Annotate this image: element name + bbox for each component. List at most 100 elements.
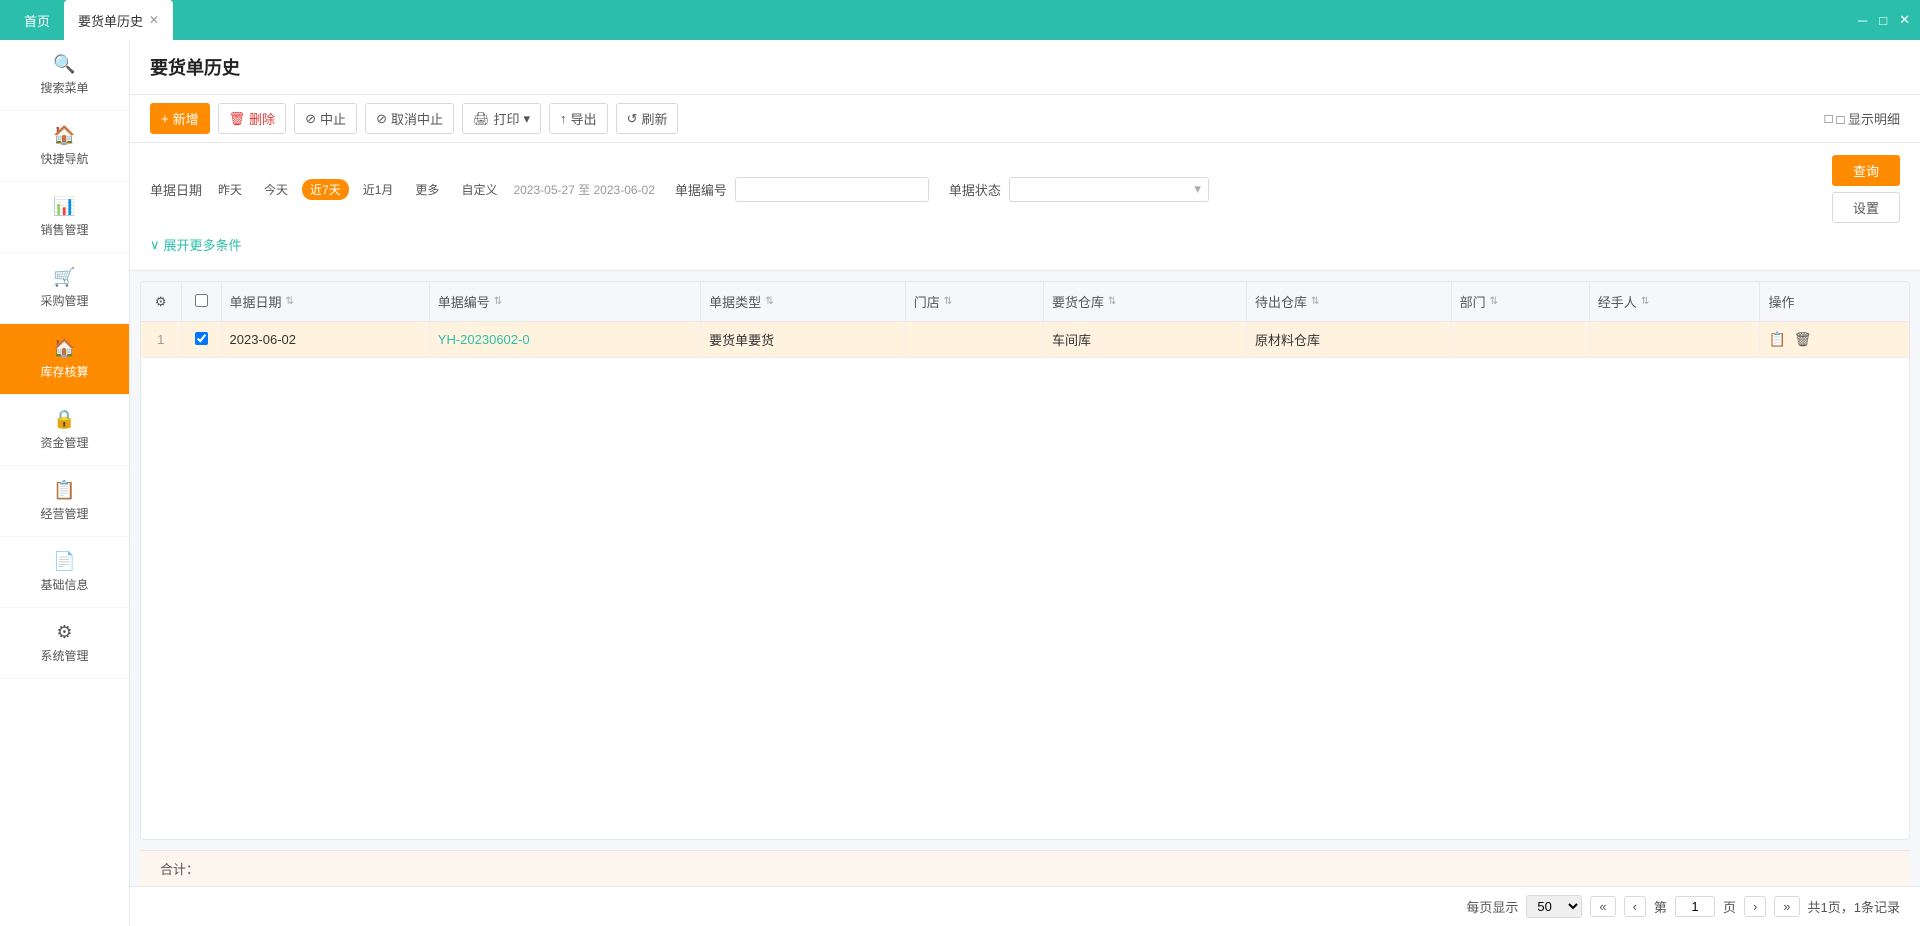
sidebar-item-search-menu[interactable]: 🔍 搜索菜单 — [0, 40, 129, 111]
page-size-select[interactable]: 20 50 100 200 — [1526, 895, 1582, 918]
cancel-stop-button[interactable]: ⊘ 取消中止 — [365, 103, 454, 134]
select-all-checkbox[interactable] — [195, 294, 208, 307]
col-req-warehouse[interactable]: 要货仓库 ⇅ — [1043, 282, 1246, 322]
sidebar-item-operations-label: 经营管理 — [40, 505, 88, 522]
table-footer: 合计： — [140, 850, 1910, 886]
date-last-month-btn[interactable]: 近1月 — [355, 179, 402, 200]
date-today-btn[interactable]: 今天 — [256, 179, 296, 200]
total-label: 合计： — [160, 859, 199, 878]
sidebar-item-purchase[interactable]: 🛒 采购管理 — [0, 253, 129, 324]
col-doc-type[interactable]: 单据类型 ⇅ — [701, 282, 906, 322]
sidebar-item-sales-label: 销售管理 — [40, 221, 88, 238]
main-layout: 🔍 搜索菜单 🏠 快捷导航 📊 销售管理 🛒 采购管理 🏠 库存核算 🔒 资金管… — [0, 40, 1920, 926]
print-label: 打印 — [494, 109, 520, 128]
tab-home[interactable]: 首页 — [10, 0, 64, 40]
sidebar-item-quick-nav-label: 快捷导航 — [40, 150, 88, 167]
col-settings[interactable]: ⚙ — [141, 282, 181, 322]
cancel-stop-icon: ⊘ — [376, 111, 387, 127]
refresh-button[interactable]: ↺ 刷新 — [616, 103, 679, 134]
sidebar-item-system[interactable]: ⚙ 系统管理 — [0, 608, 129, 679]
col-doc-number[interactable]: 单据编号 ⇅ — [429, 282, 700, 322]
next-page-btn[interactable]: › — [1744, 896, 1766, 917]
page-number-input[interactable] — [1675, 896, 1715, 917]
filter-settings-button[interactable]: 设置 — [1832, 192, 1900, 223]
sidebar-item-system-label: 系统管理 — [40, 647, 88, 664]
toolbar: + 新增 🗑 删除 ⊘ 中止 ⊘ 取消中止 🖨 打印 ▾ ↑ 导 — [130, 95, 1920, 143]
last-page-btn[interactable]: » — [1774, 896, 1799, 917]
row-checkbox[interactable] — [195, 332, 208, 345]
show-detail-label: □ 显示明细 — [1837, 109, 1900, 128]
sidebar: 🔍 搜索菜单 🏠 快捷导航 📊 销售管理 🛒 采购管理 🏠 库存核算 🔒 资金管… — [0, 40, 130, 926]
new-label: 新增 — [173, 109, 199, 128]
date-more-btn[interactable]: 更多 — [407, 179, 447, 200]
top-bar: 首页 要货单历史 ✕ ─ □ ✕ — [0, 0, 1920, 40]
inventory-icon: 🏠 — [53, 338, 75, 359]
sidebar-item-sales[interactable]: 📊 销售管理 — [0, 182, 129, 253]
first-page-btn[interactable]: « — [1590, 896, 1615, 917]
table-header-row: ⚙ 单据日期 ⇅ 单据编号 — [141, 282, 1909, 322]
col-checkbox — [181, 282, 221, 322]
row-checkbox-cell — [181, 322, 221, 358]
col-store-sort-icon: ⇅ — [944, 296, 952, 307]
col-dept-label: 部门 — [1460, 292, 1486, 311]
row-pending-warehouse-cell: 原材料仓库 — [1247, 322, 1452, 358]
quick-nav-icon: 🏠 — [53, 125, 75, 146]
col-doc-number-label: 单据编号 — [438, 292, 490, 311]
row-doc-number-link[interactable]: YH-20230602-0 — [438, 332, 530, 347]
sidebar-item-basic-info[interactable]: 📄 基础信息 — [0, 537, 129, 608]
doc-number-input[interactable] — [735, 177, 929, 202]
delete-button[interactable]: 🗑 删除 — [218, 103, 287, 134]
page-label: 页 — [1723, 897, 1736, 916]
show-detail-toggle[interactable]: □ □ 显示明细 — [1825, 109, 1900, 128]
sidebar-item-finance[interactable]: 🔒 资金管理 — [0, 395, 129, 466]
col-doc-date-sort-icon: ⇅ — [286, 296, 294, 307]
date-last7-btn[interactable]: 近7天 — [302, 179, 349, 200]
date-yesterday-btn[interactable]: 昨天 — [210, 179, 250, 200]
window-maximize-btn[interactable]: □ — [1879, 13, 1887, 28]
sidebar-item-inventory[interactable]: 🏠 库存核算 — [0, 324, 129, 395]
expand-filter-icon: ∨ — [150, 237, 160, 253]
filter-doc-number: 单据编号 — [675, 177, 929, 202]
col-doc-date[interactable]: 单据日期 ⇅ — [221, 282, 429, 322]
filter-doc-status: 单据状态 — [949, 177, 1209, 202]
date-custom-btn[interactable]: 自定义 — [453, 179, 505, 200]
row-num-cell: 1 — [141, 322, 181, 358]
tab-close-icon[interactable]: ✕ — [149, 13, 159, 27]
sidebar-item-purchase-label: 采购管理 — [40, 292, 88, 309]
table-body: 1 2023-06-02 YH-20230602-0 要货单要货 车间库 原材料… — [141, 322, 1909, 358]
new-button[interactable]: + 新增 — [150, 103, 210, 134]
expand-filter-toggle[interactable]: ∨ 展开更多条件 — [150, 231, 1900, 258]
tab-requisition-label: 要货单历史 — [78, 11, 143, 30]
col-req-warehouse-label: 要货仓库 — [1052, 292, 1104, 311]
col-pending-warehouse[interactable]: 待出仓库 ⇅ — [1247, 282, 1452, 322]
col-dept[interactable]: 部门 ⇅ — [1451, 282, 1589, 322]
export-icon: ↑ — [560, 111, 567, 126]
window-minimize-btn[interactable]: ─ — [1858, 13, 1867, 28]
table-row[interactable]: 1 2023-06-02 YH-20230602-0 要货单要货 车间库 原材料… — [141, 322, 1909, 358]
stop-button[interactable]: ⊘ 中止 — [294, 103, 357, 134]
col-handler[interactable]: 经手人 ⇅ — [1589, 282, 1760, 322]
export-label: 导出 — [571, 109, 597, 128]
date-filter-label: 单据日期 — [150, 180, 202, 199]
doc-number-label: 单据编号 — [675, 180, 727, 199]
print-button[interactable]: 🖨 打印 ▾ — [462, 103, 541, 134]
row-dept-cell — [1451, 322, 1589, 358]
prev-page-btn[interactable]: ‹ — [1624, 896, 1646, 917]
sidebar-item-search-menu-label: 搜索菜单 — [40, 79, 88, 96]
print-dropdown-icon: ▾ — [524, 111, 531, 127]
sidebar-item-quick-nav[interactable]: 🏠 快捷导航 — [0, 111, 129, 182]
row-delete-icon[interactable]: 🗑 — [1794, 331, 1812, 348]
row-edit-icon[interactable]: 📋 — [1768, 331, 1785, 348]
content-area: 要货单历史 + 新增 🗑 删除 ⊘ 中止 ⊘ 取消中止 🖨 打印 — [130, 40, 1920, 926]
doc-status-select[interactable] — [1009, 177, 1209, 202]
query-button[interactable]: 查询 — [1832, 155, 1900, 186]
col-req-warehouse-sort-icon: ⇅ — [1108, 296, 1116, 307]
col-store-label: 门店 — [914, 292, 940, 311]
sidebar-item-operations[interactable]: 📋 经营管理 — [0, 466, 129, 537]
window-close-btn[interactable]: ✕ — [1899, 12, 1910, 28]
tab-requisition-history[interactable]: 要货单历史 ✕ — [64, 0, 173, 40]
col-store[interactable]: 门店 ⇅ — [905, 282, 1043, 322]
row-doc-number-cell: YH-20230602-0 — [429, 322, 700, 358]
export-button[interactable]: ↑ 导出 — [549, 103, 608, 134]
filter-area: 单据日期 昨天 今天 近7天 近1月 更多 自定义 2023-05-27 至 2… — [130, 143, 1920, 271]
